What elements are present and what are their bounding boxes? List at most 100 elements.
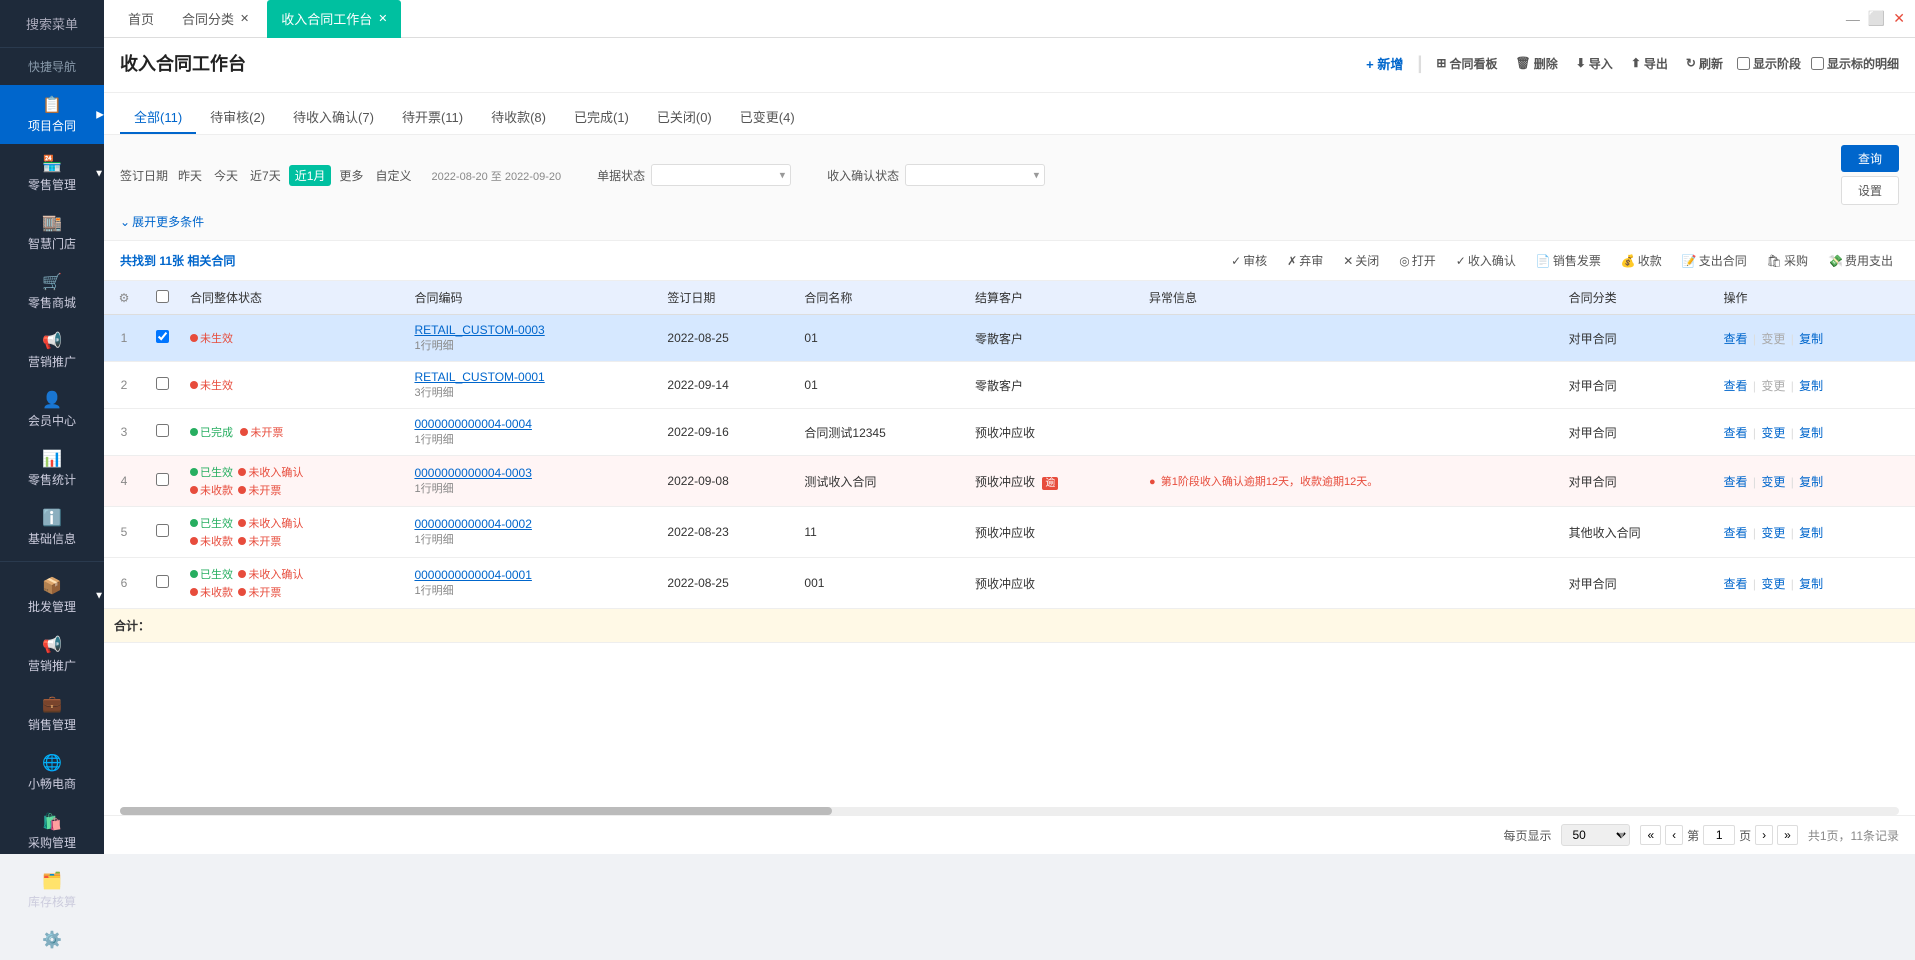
th-checkbox[interactable] [144, 281, 180, 315]
filter-tab-confirm[interactable]: 待收入确认(7) [279, 101, 388, 134]
date-yesterday[interactable]: 昨天 [174, 165, 206, 186]
row-checkbox[interactable] [156, 575, 169, 588]
show-details-checkbox[interactable]: 显示标的明细 [1811, 55, 1899, 72]
row-checkbox-cell[interactable] [144, 456, 180, 507]
sidebar-item-ecom[interactable]: 🌐 小畅电商 [0, 743, 104, 802]
refresh-button[interactable]: ↻ 刷新 [1682, 53, 1727, 74]
row-checkbox[interactable] [156, 473, 169, 486]
sidebar-item-mall[interactable]: 🛒 零售商城 [0, 262, 104, 321]
select-all-checkbox[interactable] [156, 290, 169, 303]
view-link3[interactable]: 查看 [1724, 426, 1748, 440]
minimize-icon[interactable]: — [1846, 11, 1860, 27]
add-button[interactable]: + 新增 [1362, 52, 1407, 75]
row-checkbox-cell[interactable] [144, 315, 180, 362]
toolbar-open-btn[interactable]: ◎ 打开 [1393, 249, 1442, 272]
view-link5[interactable]: 查看 [1724, 526, 1748, 540]
tab-close-active-icon[interactable]: ✕ [378, 12, 387, 25]
view-link4[interactable]: 查看 [1724, 475, 1748, 489]
toolbar-invoice-btn[interactable]: 📄 销售发票 [1530, 249, 1607, 272]
copy-link2[interactable]: 复制 [1799, 379, 1823, 393]
sidebar-item-smart-store[interactable]: 🏬 智慧门店 [0, 203, 104, 262]
sidebar-item-base[interactable]: ℹ️ 基础信息 [0, 498, 104, 557]
row-checkbox[interactable] [156, 377, 169, 390]
show-details-input[interactable] [1811, 57, 1824, 70]
sidebar-item-member[interactable]: 👤 会员中心 [0, 380, 104, 439]
import-button[interactable]: ⬇ 导入 [1572, 53, 1617, 74]
filter-tab-invoice[interactable]: 待开票(11) [388, 101, 477, 134]
sidebar-item-inventory[interactable]: 🗂️ 库存核算 [0, 861, 104, 920]
view-link[interactable]: 查看 [1724, 332, 1748, 346]
filter-tab-review[interactable]: 待审核(2) [196, 101, 279, 134]
row-checkbox[interactable] [156, 424, 169, 437]
toolbar-expense-contract-btn[interactable]: 📝 支出合同 [1676, 249, 1753, 272]
kanban-button[interactable]: ⊞ 合同看板 [1432, 53, 1501, 74]
change-link3[interactable]: 变更 [1761, 426, 1785, 440]
row-checkbox-cell[interactable] [144, 507, 180, 558]
h-scroll-bar[interactable] [120, 807, 1899, 815]
settings-button[interactable]: 设置 [1841, 176, 1899, 205]
confirm-select[interactable] [905, 164, 1045, 186]
contract-code-link[interactable]: RETAIL_CUSTOM-0003 [414, 323, 544, 337]
copy-link4[interactable]: 复制 [1799, 475, 1823, 489]
tab-home[interactable]: 首页 [114, 0, 168, 38]
copy-link3[interactable]: 复制 [1799, 426, 1823, 440]
sidebar-item-sales[interactable]: 💼 销售管理 [0, 684, 104, 743]
filter-tab-all[interactable]: 全部(11) [120, 101, 196, 134]
change-link5[interactable]: 变更 [1761, 526, 1785, 540]
date-1month[interactable]: 近1月 [289, 165, 332, 186]
toolbar-expense-btn[interactable]: 💸 费用支出 [1822, 249, 1899, 272]
show-stages-checkbox[interactable]: 显示阶段 [1737, 55, 1801, 72]
sidebar-item-purchase[interactable]: 🛍️ 采购管理 [0, 802, 104, 861]
sidebar-item-wholesale[interactable]: 📦 批发管理 ▼ [0, 566, 104, 625]
change-link2[interactable]: 变更 [1761, 379, 1785, 393]
contract-code-link6[interactable]: 0000000000004-0001 [414, 568, 531, 582]
expand-button[interactable]: ⌄ 展开更多条件 [120, 213, 1899, 230]
date-more[interactable]: 更多 [335, 165, 367, 186]
contract-code-link3[interactable]: 0000000000004-0004 [414, 417, 531, 431]
toolbar-payment-btn[interactable]: 💰 收款 [1615, 249, 1668, 272]
contract-code-link2[interactable]: RETAIL_CUSTOM-0001 [414, 370, 544, 384]
page-input[interactable] [1703, 825, 1735, 845]
row-checkbox-cell[interactable] [144, 409, 180, 456]
view-link6[interactable]: 查看 [1724, 577, 1748, 591]
change-link4[interactable]: 变更 [1761, 475, 1785, 489]
tab-close-icon[interactable]: ✕ [240, 12, 249, 25]
filter-tab-closed[interactable]: 已关闭(0) [643, 101, 726, 134]
row-checkbox[interactable] [156, 524, 169, 537]
maximize-icon[interactable]: ⬜ [1868, 10, 1885, 27]
toolbar-close-btn[interactable]: ✕ 关闭 [1337, 249, 1385, 272]
export-button[interactable]: ⬆ 导出 [1627, 53, 1672, 74]
th-settings[interactable]: ⚙ [104, 281, 144, 315]
change-link[interactable]: 变更 [1761, 332, 1785, 346]
show-stages-input[interactable] [1737, 57, 1750, 70]
toolbar-income-confirm-btn[interactable]: ✓ 收入确认 [1450, 249, 1522, 272]
sidebar-item-marketing2[interactable]: 📢 营销推广 [0, 625, 104, 684]
next-page-button[interactable]: › [1755, 825, 1773, 845]
row-checkbox-cell[interactable] [144, 558, 180, 609]
date-custom[interactable]: 自定义 [371, 165, 415, 186]
date-7days[interactable]: 近7天 [246, 165, 285, 186]
row-checkbox[interactable] [156, 330, 169, 343]
sidebar-search[interactable]: 搜索菜单 [0, 0, 104, 48]
date-today[interactable]: 今天 [210, 165, 242, 186]
row-checkbox-cell[interactable] [144, 362, 180, 409]
tab-contract-category[interactable]: 合同分类 ✕ [168, 0, 263, 38]
filter-tab-changed[interactable]: 已变更(4) [726, 101, 809, 134]
filter-tab-done[interactable]: 已完成(1) [560, 101, 643, 134]
status-select[interactable] [651, 164, 791, 186]
sidebar-item-marketing1[interactable]: 📢 营销推广 [0, 321, 104, 380]
sidebar-item-retail[interactable]: 🏪 零售管理 ▼ [0, 144, 104, 203]
window-close-icon[interactable]: ✕ [1893, 10, 1905, 27]
last-page-button[interactable]: » [1777, 825, 1798, 845]
copy-link5[interactable]: 复制 [1799, 526, 1823, 540]
contract-code-link5[interactable]: 0000000000004-0002 [414, 517, 531, 531]
toolbar-purchase-btn[interactable]: 🛍 采购 [1761, 249, 1814, 272]
change-link6[interactable]: 变更 [1761, 577, 1785, 591]
sidebar-item-stats[interactable]: 📊 零售统计 [0, 439, 104, 498]
sidebar-item-contract[interactable]: 📋 项目合同 ▶ [0, 85, 104, 144]
copy-link6[interactable]: 复制 [1799, 577, 1823, 591]
sidebar-nav-label[interactable]: 快捷导航 [0, 48, 104, 85]
toolbar-abandon-btn[interactable]: ✗ 弃审 [1281, 249, 1329, 272]
sidebar-settings[interactable]: ⚙️ [0, 920, 104, 960]
delete-button[interactable]: 🗑 删除 [1511, 53, 1561, 74]
